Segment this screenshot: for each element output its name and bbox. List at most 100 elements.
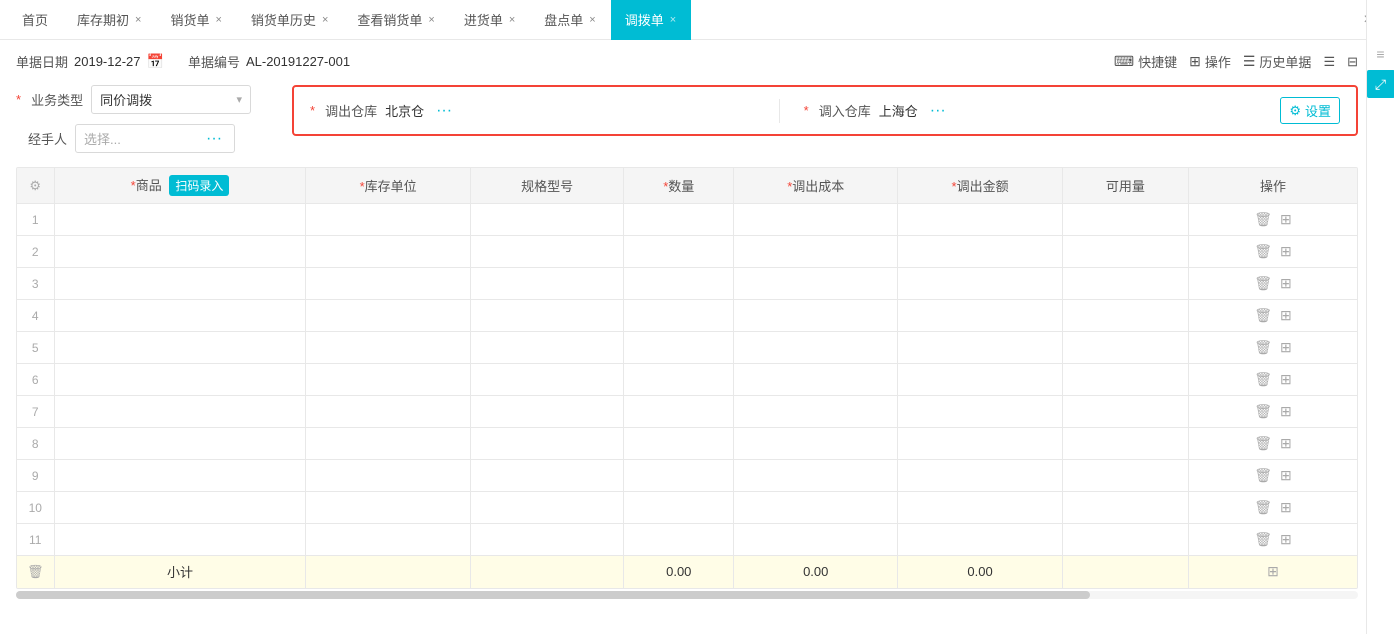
cost-cell[interactable] — [734, 396, 898, 428]
product-cell[interactable] — [54, 204, 306, 236]
delete-icon[interactable]: 🗑 — [1254, 531, 1272, 548]
tab-home[interactable]: 首页 — [8, 0, 63, 40]
cost-cell[interactable] — [734, 268, 898, 300]
amount-cell[interactable] — [898, 460, 1062, 492]
tab-close-sales-order[interactable]: × — [215, 14, 221, 26]
gear-icon[interactable]: ⚙ — [29, 178, 41, 193]
tab-close-view-sales[interactable]: × — [428, 14, 434, 26]
qty-cell[interactable] — [624, 268, 734, 300]
tab-view-sales[interactable]: 查看销货单 × — [343, 0, 449, 40]
cost-cell[interactable] — [734, 460, 898, 492]
tab-inventory-init[interactable]: 库存期初 × — [63, 0, 156, 40]
tab-close-inventory-count[interactable]: × — [589, 14, 595, 26]
delete-icon[interactable]: 🗑 — [1254, 467, 1272, 484]
handler-more-btn[interactable]: ··· — [202, 130, 226, 148]
qty-cell[interactable] — [624, 524, 734, 556]
qty-cell[interactable] — [624, 300, 734, 332]
amount-cell[interactable] — [898, 428, 1062, 460]
subtotal-copy-icon[interactable]: ⊞ — [1267, 563, 1279, 580]
layout-button-2[interactable]: ⊟ — [1347, 54, 1358, 70]
delete-icon[interactable]: 🗑 — [1254, 275, 1272, 292]
product-cell[interactable] — [54, 396, 306, 428]
amount-cell[interactable] — [898, 492, 1062, 524]
qty-cell[interactable] — [624, 236, 734, 268]
cost-cell[interactable] — [734, 332, 898, 364]
scan-button[interactable]: 扫码录入 — [169, 175, 229, 196]
handler-select[interactable]: 选择... ··· — [75, 124, 235, 153]
tab-close-purchase-order[interactable]: × — [509, 14, 515, 26]
warehouse-in-more-btn[interactable]: ··· — [926, 102, 950, 120]
amount-cell[interactable] — [898, 300, 1062, 332]
copy-icon[interactable]: ⊞ — [1280, 339, 1292, 356]
delete-icon[interactable]: 🗑 — [1254, 339, 1272, 356]
copy-icon[interactable]: ⊞ — [1280, 371, 1292, 388]
horizontal-scrollbar[interactable] — [16, 591, 1358, 599]
amount-cell[interactable] — [898, 332, 1062, 364]
operation-button[interactable]: ⊞ 操作 — [1189, 52, 1231, 71]
cost-cell[interactable] — [734, 428, 898, 460]
product-cell[interactable] — [54, 428, 306, 460]
product-cell[interactable] — [54, 524, 306, 556]
qty-cell[interactable] — [624, 204, 734, 236]
amount-cell[interactable] — [898, 236, 1062, 268]
biz-type-select[interactable]: 同价调拨 ▾ — [91, 85, 251, 114]
copy-icon[interactable]: ⊞ — [1280, 467, 1292, 484]
product-cell[interactable] — [54, 364, 306, 396]
sidebar-doc-list-icon[interactable]: ≡ — [1367, 40, 1394, 68]
scrollbar-thumb[interactable] — [16, 591, 1090, 599]
sidebar-expand-icon[interactable]: ⤢ — [1367, 70, 1394, 98]
delete-icon[interactable]: 🗑 — [1254, 371, 1272, 388]
product-cell[interactable] — [54, 236, 306, 268]
copy-icon[interactable]: ⊞ — [1280, 499, 1292, 516]
qty-cell[interactable] — [624, 492, 734, 524]
qty-cell[interactable] — [624, 396, 734, 428]
copy-icon[interactable]: ⊞ — [1280, 435, 1292, 452]
cost-cell[interactable] — [734, 204, 898, 236]
tab-purchase-order[interactable]: 进货单 × — [450, 0, 530, 40]
product-cell[interactable] — [54, 332, 306, 364]
qty-cell[interactable] — [624, 460, 734, 492]
product-cell[interactable] — [54, 460, 306, 492]
delete-icon[interactable]: 🗑 — [1254, 403, 1272, 420]
copy-icon[interactable]: ⊞ — [1280, 403, 1292, 420]
amount-cell[interactable] — [898, 396, 1062, 428]
delete-icon[interactable]: 🗑 — [1254, 435, 1272, 452]
product-cell[interactable] — [54, 268, 306, 300]
copy-icon[interactable]: ⊞ — [1280, 243, 1292, 260]
calendar-icon[interactable]: 📅 — [147, 53, 164, 70]
tab-close-inventory-init[interactable]: × — [135, 14, 141, 26]
amount-cell[interactable] — [898, 204, 1062, 236]
amount-cell[interactable] — [898, 268, 1062, 300]
tab-close-sales-history[interactable]: × — [322, 14, 328, 26]
product-cell[interactable] — [54, 300, 306, 332]
delete-icon[interactable]: 🗑 — [1254, 211, 1272, 228]
qty-cell[interactable] — [624, 364, 734, 396]
delete-icon[interactable]: 🗑 — [1254, 307, 1272, 324]
cost-cell[interactable] — [734, 524, 898, 556]
product-cell[interactable] — [54, 492, 306, 524]
delete-icon[interactable]: 🗑 — [1254, 499, 1272, 516]
qty-cell[interactable] — [624, 332, 734, 364]
shortcut-button[interactable]: ⌨ 快捷键 — [1114, 52, 1177, 71]
history-button[interactable]: ☰ 历史单据 — [1243, 52, 1312, 71]
cost-cell[interactable] — [734, 364, 898, 396]
tab-transfer-order[interactable]: 调拨单 × — [611, 0, 691, 40]
copy-icon[interactable]: ⊞ — [1280, 531, 1292, 548]
qty-cell[interactable] — [624, 428, 734, 460]
tab-sales-order[interactable]: 销货单 × — [156, 0, 236, 40]
tab-close-transfer-order[interactable]: × — [670, 14, 676, 26]
tab-sales-history[interactable]: 销货单历史 × — [237, 0, 343, 40]
copy-icon[interactable]: ⊞ — [1280, 211, 1292, 228]
delete-icon[interactable]: 🗑 — [1254, 243, 1272, 260]
cost-cell[interactable] — [734, 300, 898, 332]
copy-icon[interactable]: ⊞ — [1280, 307, 1292, 324]
amount-cell[interactable] — [898, 364, 1062, 396]
amount-cell[interactable] — [898, 524, 1062, 556]
layout-button-1[interactable]: ☰ — [1323, 54, 1335, 70]
cost-cell[interactable] — [734, 492, 898, 524]
copy-icon[interactable]: ⊞ — [1280, 275, 1292, 292]
subtotal-delete-icon[interactable]: 🗑 — [27, 564, 44, 579]
tab-inventory-count[interactable]: 盘点单 × — [530, 0, 610, 40]
cost-cell[interactable] — [734, 236, 898, 268]
warehouse-settings-button[interactable]: ⚙ 设置 — [1280, 97, 1340, 124]
